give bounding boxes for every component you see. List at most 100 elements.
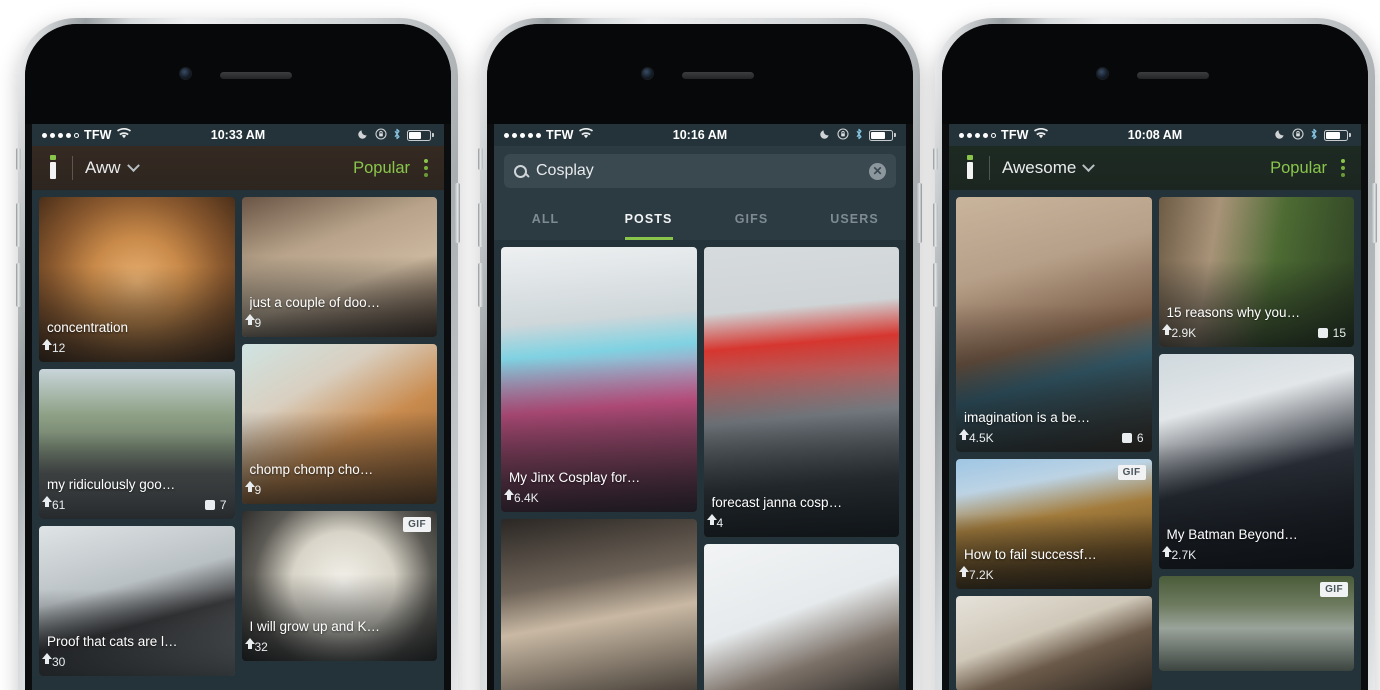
battery-icon [407, 129, 434, 141]
post-card[interactable]: Proof that cats are l… 30 [39, 526, 235, 676]
front-camera-icon [642, 68, 653, 79]
post-stats: 2.9K 15 [1161, 324, 1346, 340]
earpiece-speaker [220, 72, 292, 79]
phone-aww: TFW 10:33 AM Aww Popular concentration 12 my r… [16, 18, 460, 690]
nav-bar: Aww Popular [32, 146, 444, 190]
signal-dot [66, 132, 71, 138]
post-points: 4.5K [959, 429, 994, 445]
sort-button[interactable]: Popular [1270, 159, 1327, 178]
post-thumbnail [956, 596, 1152, 690]
power-button[interactable] [455, 183, 460, 243]
gallery-selector[interactable]: Awesome [1002, 158, 1096, 178]
volup-button[interactable] [933, 203, 938, 247]
post-stats: 30 [42, 653, 227, 669]
battery-icon [869, 129, 896, 141]
tab-all[interactable]: ALL [494, 198, 597, 240]
post-card[interactable] [501, 519, 697, 690]
post-card[interactable]: imagination is a be… 4.5K 6 [956, 197, 1152, 452]
post-card[interactable]: GIF I will grow up and K… 32 [241, 511, 438, 661]
overflow-menu-button[interactable] [1339, 155, 1347, 181]
post-stats: 4.5K 6 [959, 429, 1144, 445]
voldn-button[interactable] [478, 263, 483, 307]
post-points: 9 [244, 481, 261, 497]
battery-body [407, 129, 431, 141]
bluetooth-icon [1310, 128, 1318, 143]
imgur-i-logo-icon[interactable] [963, 155, 977, 181]
tab-gifs[interactable]: GIFS [700, 198, 803, 240]
silence-button[interactable] [16, 148, 21, 170]
battery-fill [1326, 131, 1341, 139]
battery-icon [1324, 129, 1351, 141]
clear-search-button[interactable]: ✕ [869, 162, 886, 180]
logo-dot [967, 155, 973, 160]
gallery-selector[interactable]: Aww [85, 158, 140, 178]
signal-dot [74, 132, 79, 138]
post-card[interactable]: 15 reasons why you… 2.9K 15 [1158, 197, 1355, 347]
signal-dot [528, 132, 533, 138]
overflow-menu-button[interactable] [422, 155, 430, 181]
search-tabs: ALL POSTS GIFS USERS [494, 198, 906, 240]
wifi-icon [116, 127, 131, 142]
wifi-icon [1033, 127, 1048, 142]
voldn-button[interactable] [933, 263, 938, 307]
gif-badge: GIF [1117, 465, 1146, 480]
post-card[interactable]: GIF [1158, 576, 1354, 671]
search-bar-container: Cosplay ✕ [494, 146, 906, 198]
phone-screen-housing: TFW 10:33 AM Aww Popular concentration 12 my r… [25, 24, 451, 690]
sort-button[interactable]: Popular [353, 159, 410, 178]
post-card[interactable]: just a couple of doo… 9 [241, 197, 438, 337]
post-card[interactable]: forecast janna cosp… 4 [703, 247, 899, 537]
grid-column: just a couple of doo… 9 chomp chomp cho… 9 G… [241, 197, 438, 661]
post-card[interactable]: My Jinx Cosplay for… 6.4K [501, 247, 697, 512]
post-meta: I will grow up and K… 32 [242, 613, 438, 661]
points-value: 2.7K [1171, 548, 1197, 562]
post-card[interactable]: my ridiculously goo… 61 7 [39, 369, 235, 519]
post-meta: 15 reasons why you… 2.9K 15 [1159, 299, 1355, 347]
power-button[interactable] [917, 183, 922, 243]
post-card[interactable]: GIF How to fail successf… 7.2K [956, 459, 1152, 589]
search-input[interactable]: Cosplay ✕ [504, 154, 896, 188]
gif-badge: GIF [403, 517, 431, 532]
post-grid: imagination is a be… 4.5K 6 GIF How to fail … [949, 190, 1361, 690]
post-meta: just a couple of doo… 9 [242, 289, 438, 337]
battery-cap [1349, 133, 1351, 137]
silence-button[interactable] [478, 148, 483, 170]
battery-fill [409, 131, 422, 139]
power-button[interactable] [1372, 183, 1377, 243]
post-card[interactable] [956, 596, 1152, 690]
post-comments: 15 [1317, 326, 1346, 340]
do-not-disturb-moon-icon [820, 128, 831, 142]
points-value: 61 [52, 498, 66, 512]
post-title: forecast janna cosp… [711, 495, 843, 511]
comments-value: 7 [219, 498, 227, 512]
status-bar: TFW 10:08 AM [949, 124, 1361, 146]
post-stats: 32 [244, 638, 430, 654]
points-value: 12 [52, 341, 66, 355]
tab-posts[interactable]: POSTS [597, 198, 700, 240]
kebab-dot [1341, 166, 1345, 170]
voldn-button[interactable] [16, 263, 21, 307]
signal-dot [504, 132, 509, 138]
app-screen: TFW 10:16 AM Cosplay ✕ ALL POSTS GIFS USERS My J… [494, 124, 906, 690]
tab-users[interactable]: USERS [803, 198, 906, 240]
volup-button[interactable] [478, 203, 483, 247]
app-screen: TFW 10:33 AM Aww Popular concentration 12 my r… [32, 124, 444, 690]
points-value: 30 [52, 655, 66, 669]
post-card[interactable] [703, 544, 899, 690]
post-card[interactable]: chomp chomp cho… 9 [241, 344, 437, 504]
status-bar-left: TFW [959, 127, 1048, 142]
silence-button[interactable] [933, 148, 938, 170]
post-card[interactable]: concentration 12 [39, 197, 235, 362]
points-value: 2.9K [1171, 326, 1197, 340]
grid-column: imagination is a be… 4.5K 6 GIF How to fail … [956, 197, 1152, 690]
kebab-dot [424, 173, 428, 177]
post-comments: 7 [204, 498, 227, 512]
imgur-i-logo-icon[interactable] [46, 155, 60, 181]
post-card[interactable]: My Batman Beyond… 2.7K [1158, 354, 1354, 569]
post-title: My Batman Beyond… [1166, 527, 1298, 543]
top-bezel [942, 24, 1368, 124]
volup-button[interactable] [16, 203, 21, 247]
status-bar-right [1275, 127, 1351, 143]
kebab-dot [1341, 173, 1345, 177]
nav-bar: Awesome Popular [949, 146, 1361, 190]
